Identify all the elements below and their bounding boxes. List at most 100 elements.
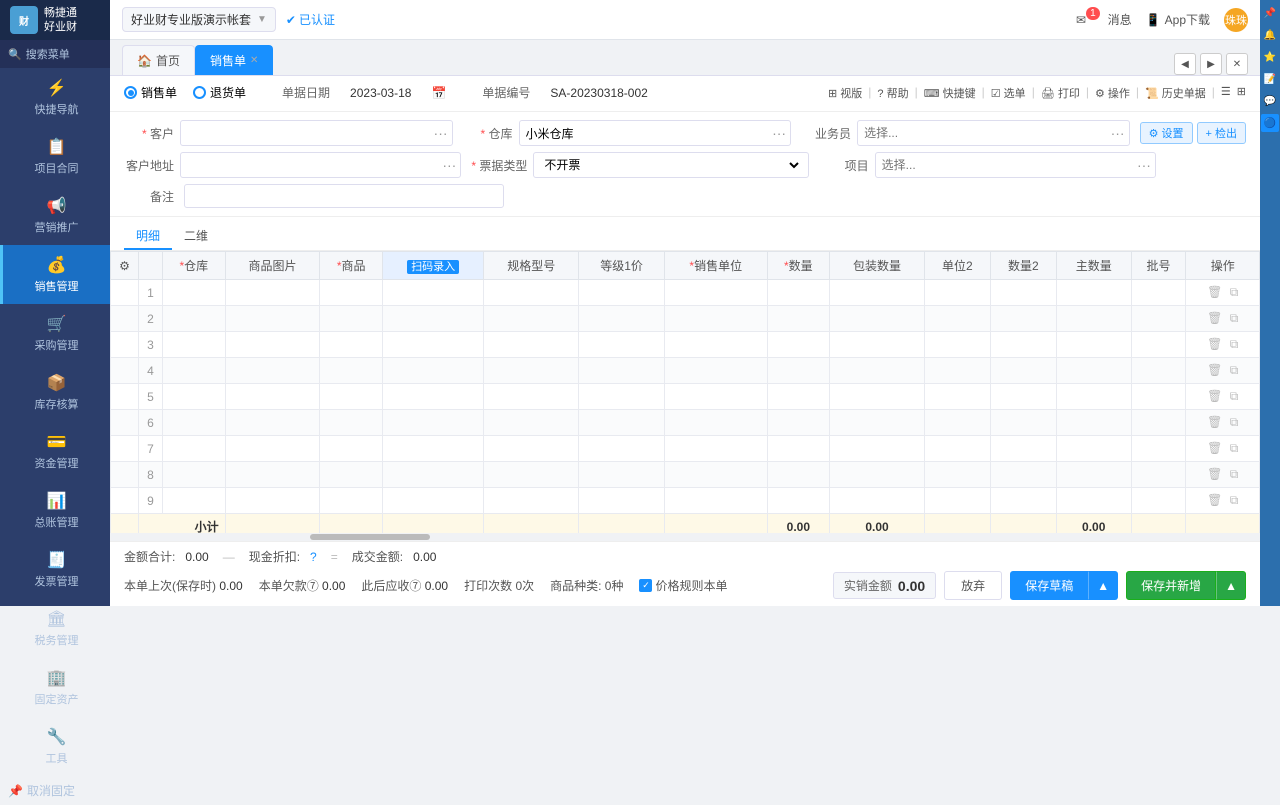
row-unit-cell[interactable] xyxy=(665,280,768,306)
tab-sales-order[interactable]: 销售单 ✕ xyxy=(195,45,273,75)
row-unit2-cell[interactable] xyxy=(924,488,990,514)
row-ops-cell[interactable]: 🗑 ⧉ xyxy=(1186,462,1260,488)
row-delete-icon[interactable]: 🗑 xyxy=(1207,337,1222,351)
row-price1-cell[interactable] xyxy=(579,358,665,384)
row-copy-icon[interactable]: ⧉ xyxy=(1230,415,1239,429)
row-mainqty-cell[interactable] xyxy=(1056,488,1131,514)
row-delete-icon[interactable]: 🗑 xyxy=(1207,441,1222,455)
table-row[interactable]: 2 🗑 ⧉ xyxy=(111,306,1260,332)
table-row[interactable]: 1 🗑 ⧉ xyxy=(111,280,1260,306)
sidebar-item-funds[interactable]: 💳 资金管理 xyxy=(0,422,110,481)
save-draft-arrow-btn[interactable]: ▲ xyxy=(1088,571,1118,600)
row-batch-cell[interactable] xyxy=(1131,384,1186,410)
row-scan-cell[interactable] xyxy=(383,280,484,306)
row-qty-cell[interactable] xyxy=(767,462,830,488)
row-spec-cell[interactable] xyxy=(484,436,579,462)
row-batch-cell[interactable] xyxy=(1131,358,1186,384)
row-batch-cell[interactable] xyxy=(1131,280,1186,306)
checkout-btn[interactable]: + 检出 xyxy=(1197,122,1246,144)
row-delete-icon[interactable]: 🗑 xyxy=(1207,311,1222,325)
row-mainqty-cell[interactable] xyxy=(1056,358,1131,384)
row-qty2-cell[interactable] xyxy=(990,332,1056,358)
row-ops-cell[interactable]: 🗑 ⧉ xyxy=(1186,488,1260,514)
row-unit2-cell[interactable] xyxy=(924,410,990,436)
row-product-cell[interactable] xyxy=(320,410,383,436)
shortcuts-btn[interactable]: ⌨ 快捷键 xyxy=(924,85,976,101)
row-price1-cell[interactable] xyxy=(579,306,665,332)
row-spec-cell[interactable] xyxy=(484,488,579,514)
row-mainqty-cell[interactable] xyxy=(1056,280,1131,306)
row-warehouse-cell[interactable] xyxy=(163,306,226,332)
row-price1-cell[interactable] xyxy=(579,332,665,358)
row-mainqty-cell[interactable] xyxy=(1056,306,1131,332)
row-scan-cell[interactable] xyxy=(383,410,484,436)
sidebar-item-purchase[interactable]: 🛒 采购管理 xyxy=(0,304,110,363)
sidebar-item-tools[interactable]: 🔧 工具 xyxy=(0,717,110,776)
row-product-cell[interactable] xyxy=(320,436,383,462)
row-batch-cell[interactable] xyxy=(1131,410,1186,436)
messages-btn[interactable]: ✉ 1 消息 xyxy=(1076,11,1132,28)
row-batch-cell[interactable] xyxy=(1131,436,1186,462)
row-product-cell[interactable] xyxy=(320,384,383,410)
table-row[interactable]: 7 🗑 ⧉ xyxy=(111,436,1260,462)
row-ops-cell[interactable]: 🗑 ⧉ xyxy=(1186,384,1260,410)
grid-view-btn[interactable]: ⊞ xyxy=(1237,85,1246,101)
row-packqty-cell[interactable] xyxy=(830,358,925,384)
row-copy-icon[interactable]: ⧉ xyxy=(1230,493,1239,507)
row-qty2-cell[interactable] xyxy=(990,488,1056,514)
row-unit2-cell[interactable] xyxy=(924,436,990,462)
row-qty-cell[interactable] xyxy=(767,332,830,358)
row-product-cell[interactable] xyxy=(320,280,383,306)
row-warehouse-cell[interactable] xyxy=(163,280,226,306)
row-packqty-cell[interactable] xyxy=(830,280,925,306)
row-unit2-cell[interactable] xyxy=(924,358,990,384)
row-unit-cell[interactable] xyxy=(665,488,768,514)
print-btn[interactable]: 🖨 打印 xyxy=(1041,85,1080,101)
row-mainqty-cell[interactable] xyxy=(1056,332,1131,358)
table-row[interactable]: 6 🗑 ⧉ xyxy=(111,410,1260,436)
row-unit2-cell[interactable] xyxy=(924,384,990,410)
row-copy-icon[interactable]: ⧉ xyxy=(1230,467,1239,481)
row-warehouse-cell[interactable] xyxy=(163,332,226,358)
address-dots-icon[interactable]: ··· xyxy=(438,157,460,173)
row-copy-icon[interactable]: ⧉ xyxy=(1230,311,1239,325)
row-qty2-cell[interactable] xyxy=(990,358,1056,384)
row-unit-cell[interactable] xyxy=(665,306,768,332)
row-qty-cell[interactable] xyxy=(767,280,830,306)
row-copy-icon[interactable]: ⧉ xyxy=(1230,441,1239,455)
row-mainqty-cell[interactable] xyxy=(1056,462,1131,488)
row-scan-cell[interactable] xyxy=(383,436,484,462)
row-qty2-cell[interactable] xyxy=(990,462,1056,488)
tab-home[interactable]: 🏠 首页 xyxy=(122,45,195,75)
row-unit-cell[interactable] xyxy=(665,462,768,488)
row-unit-cell[interactable] xyxy=(665,410,768,436)
customer-dots-icon[interactable]: ··· xyxy=(430,125,452,141)
address-input-field[interactable] xyxy=(181,158,438,172)
tab-close-icon[interactable]: ✕ xyxy=(250,55,258,66)
row-copy-icon[interactable]: ⧉ xyxy=(1230,389,1239,403)
save-new-btn[interactable]: 保存并新增 xyxy=(1126,571,1216,600)
row-ops-cell[interactable]: 🗑 ⧉ xyxy=(1186,306,1260,332)
row-batch-cell[interactable] xyxy=(1131,306,1186,332)
row-delete-icon[interactable]: 🗑 xyxy=(1207,493,1222,507)
row-warehouse-cell[interactable] xyxy=(163,384,226,410)
panel-icon-6[interactable]: 🔵 xyxy=(1261,114,1279,132)
row-spec-cell[interactable] xyxy=(484,358,579,384)
project-dots-icon[interactable]: ··· xyxy=(1133,157,1155,173)
col-scan[interactable]: 扫码录入 xyxy=(383,252,484,280)
abandon-btn[interactable]: 放弃 xyxy=(944,571,1002,600)
warehouse-dots-icon[interactable]: ··· xyxy=(768,125,790,141)
row-product-cell[interactable] xyxy=(320,462,383,488)
select-btn[interactable]: ☑ 选单 xyxy=(991,85,1026,101)
row-packqty-cell[interactable] xyxy=(830,410,925,436)
salesperson-dots-icon[interactable]: ··· xyxy=(1107,125,1129,141)
row-warehouse-cell[interactable] xyxy=(163,488,226,514)
col-settings[interactable]: ⚙ xyxy=(111,252,139,280)
row-mainqty-cell[interactable] xyxy=(1056,384,1131,410)
tab-detail[interactable]: 明细 xyxy=(124,223,172,250)
row-spec-cell[interactable] xyxy=(484,332,579,358)
row-spec-cell[interactable] xyxy=(484,384,579,410)
row-delete-icon[interactable]: 🗑 xyxy=(1207,415,1222,429)
row-qty2-cell[interactable] xyxy=(990,306,1056,332)
company-selector[interactable]: 好业财专业版演示帐套 ▼ xyxy=(122,7,276,32)
